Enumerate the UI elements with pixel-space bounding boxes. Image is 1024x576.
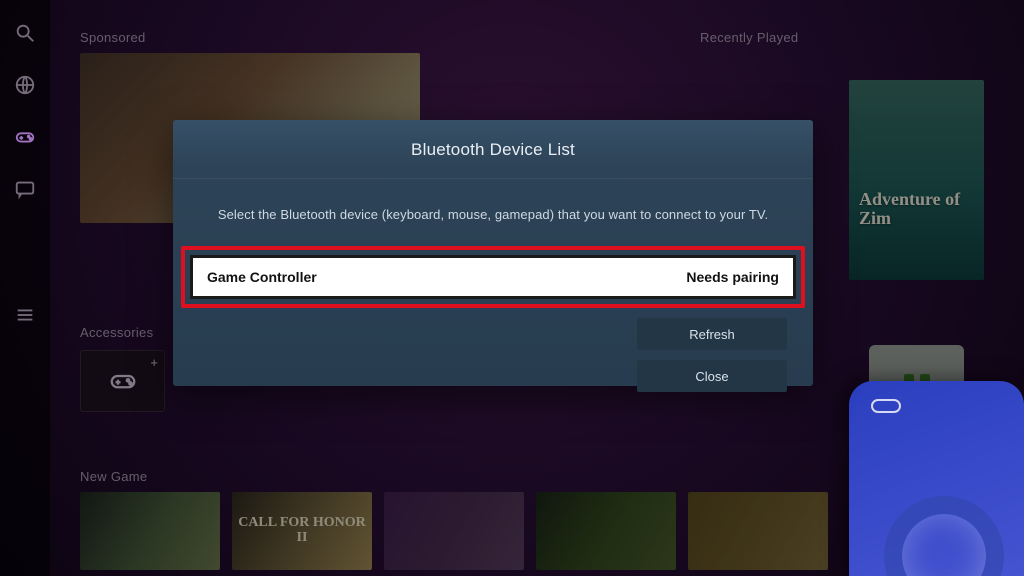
bluetooth-modal: Bluetooth Device List Select the Bluetoo… <box>173 120 813 386</box>
recently-played-label: Recently Played <box>700 30 798 45</box>
refresh-button-label: Refresh <box>689 327 735 342</box>
device-status: Needs pairing <box>686 269 779 285</box>
close-button-label: Close <box>695 369 728 384</box>
accessories-label: Accessories <box>80 325 165 340</box>
close-button[interactable]: Close <box>637 360 787 392</box>
chat-icon[interactable] <box>14 178 36 200</box>
phone-earpiece <box>871 399 901 413</box>
phone-ring-graphic <box>884 496 1004 576</box>
device-row-highlight: Game Controller Needs pairing <box>181 246 805 308</box>
game-poster[interactable]: CALL FOR HONOR II <box>232 492 372 570</box>
device-name: Game Controller <box>207 269 317 285</box>
rp-game-title: Adventure of Zim <box>859 189 960 228</box>
tv-screen: Sponsored Recently Played Adventure of Z… <box>0 0 1024 576</box>
game-poster[interactable] <box>688 492 828 570</box>
menu-icon[interactable] <box>14 304 36 326</box>
accessories-add-tile[interactable]: + <box>80 350 165 412</box>
phone-overlay <box>849 381 1024 576</box>
poster-title: CALL FOR HONOR II <box>232 516 372 545</box>
globe-icon[interactable] <box>14 74 36 96</box>
modal-title: Bluetooth Device List <box>173 120 813 179</box>
game-poster[interactable] <box>80 492 220 570</box>
game-poster[interactable] <box>384 492 524 570</box>
modal-description: Select the Bluetooth device (keyboard, m… <box>173 179 813 246</box>
game-poster[interactable] <box>536 492 676 570</box>
plus-icon: + <box>150 355 158 370</box>
sponsored-label: Sponsored <box>80 30 420 45</box>
left-rail <box>0 0 50 576</box>
recently-played-game[interactable]: Adventure of Zim <box>849 80 984 280</box>
search-icon[interactable] <box>14 22 36 44</box>
gamepad-icon <box>108 366 138 396</box>
gamepad-icon[interactable] <box>14 126 36 148</box>
refresh-button[interactable]: Refresh <box>637 318 787 350</box>
device-row[interactable]: Game Controller Needs pairing <box>190 255 796 299</box>
